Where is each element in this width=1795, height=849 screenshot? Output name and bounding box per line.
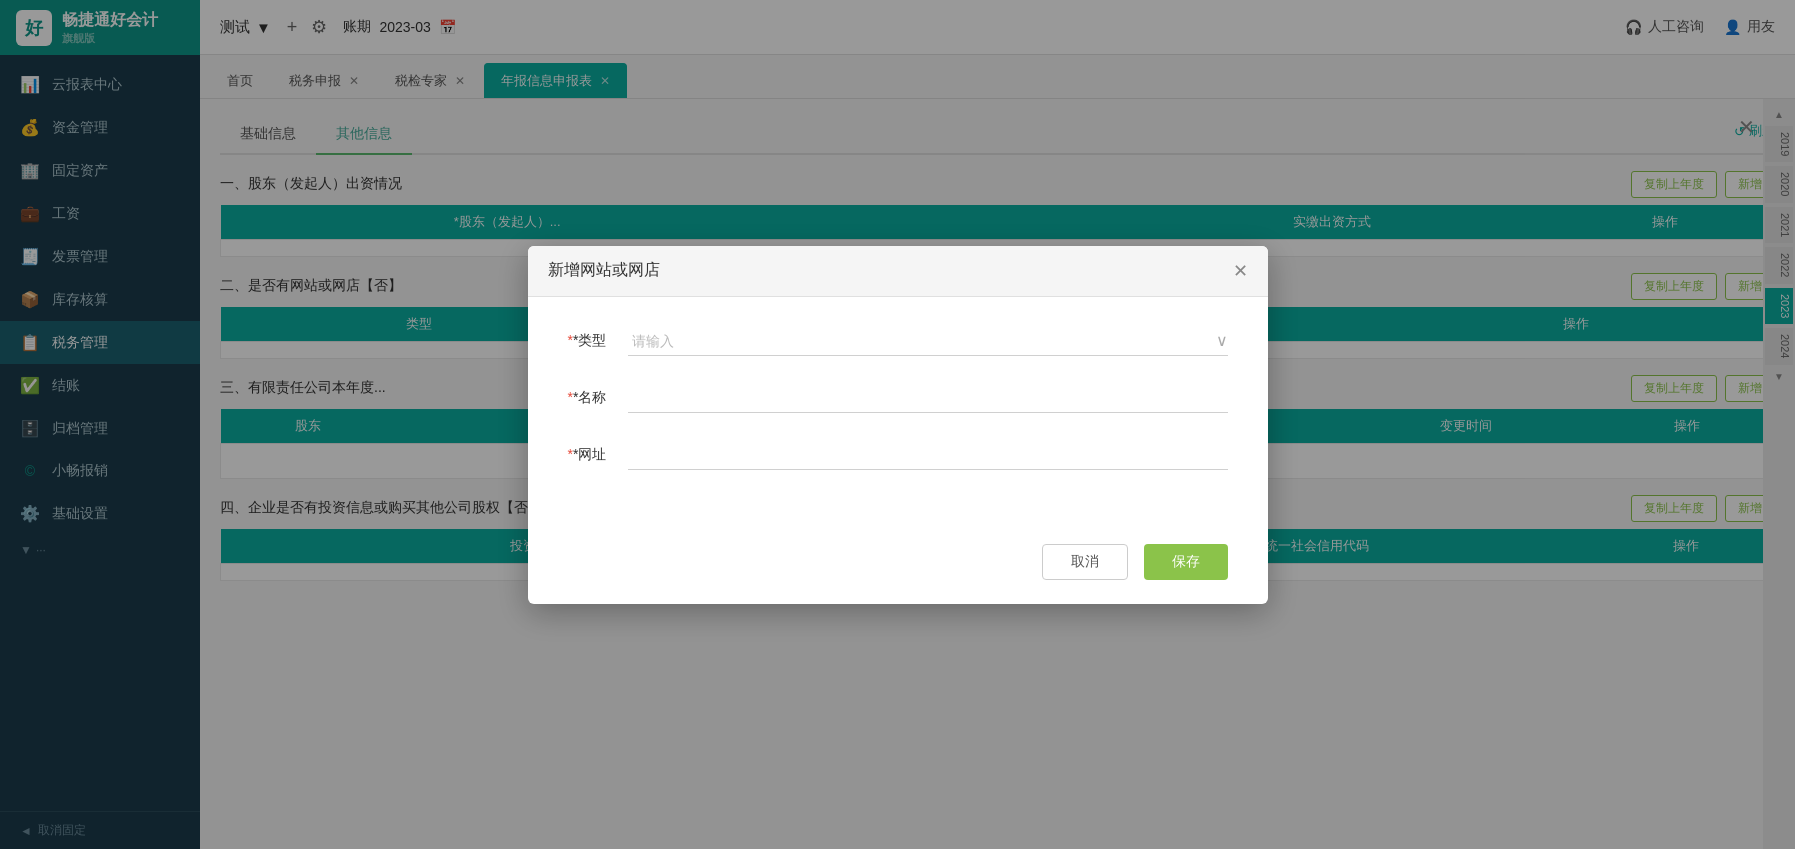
dialog-footer: 取消 保存 (528, 528, 1268, 604)
name-input[interactable] (628, 384, 1228, 412)
type-label: **类型 (568, 332, 628, 350)
name-input-wrap (628, 384, 1228, 413)
form-row-url: **网址 (568, 441, 1228, 470)
url-input-wrap (628, 441, 1228, 470)
dialog-body: **类型 ∨ **名称 **网址 (528, 297, 1268, 528)
dialog-header: 新增网站或网店 ✕ (528, 246, 1268, 297)
type-dropdown-icon[interactable]: ∨ (1216, 331, 1228, 350)
add-website-dialog: 新增网站或网店 ✕ **类型 ∨ **名称 (528, 246, 1268, 604)
form-row-type: **类型 ∨ (568, 327, 1228, 356)
modal-overlay: 新增网站或网店 ✕ **类型 ∨ **名称 (0, 0, 1795, 849)
name-label: **名称 (568, 389, 628, 407)
url-label: **网址 (568, 446, 628, 464)
type-input-wrap: ∨ (628, 327, 1228, 356)
dialog-close-button[interactable]: ✕ (1233, 260, 1248, 282)
form-row-name: **名称 (568, 384, 1228, 413)
url-input[interactable] (628, 441, 1228, 469)
save-button[interactable]: 保存 (1144, 544, 1228, 580)
dialog-title: 新增网站或网店 (548, 260, 660, 281)
type-input[interactable] (628, 327, 1216, 355)
cancel-button[interactable]: 取消 (1042, 544, 1128, 580)
